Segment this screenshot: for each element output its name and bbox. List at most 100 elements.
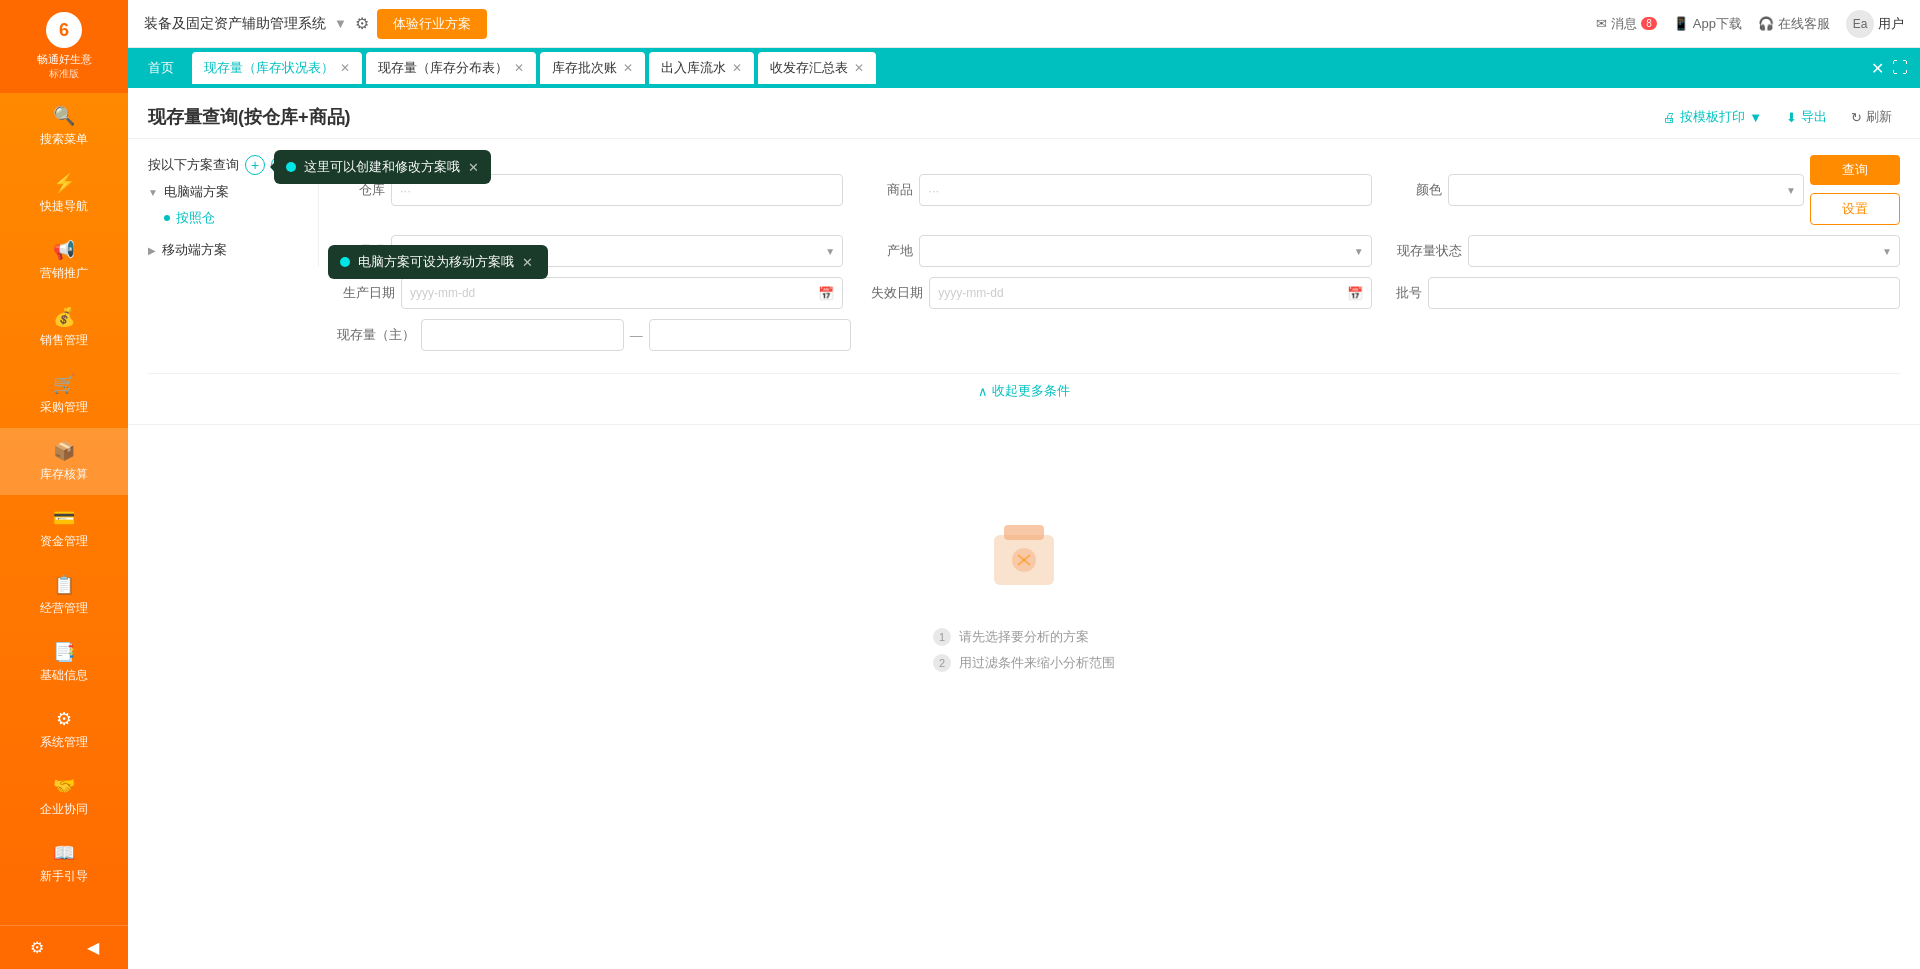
expiry-date-input[interactable]: yyyy-mm-dd 📅	[929, 277, 1371, 309]
sidebar-item-search-menu[interactable]: 🔍 搜索菜单	[0, 93, 128, 160]
tab-batch-account[interactable]: 库存批次账 ✕	[540, 52, 645, 84]
sidebar: 6 畅通好生意 标准版 🔍 搜索菜单 ⚡ 快捷导航 📢 营销推广 💰 销售管理 …	[0, 0, 128, 969]
sidebar-item-label: 搜索菜单	[40, 131, 88, 148]
message-action[interactable]: ✉ 消息 8	[1596, 15, 1657, 33]
filter-add-btn[interactable]: + 这里可以创建和修改方案哦 ✕	[245, 155, 265, 175]
sidebar-item-label: 基础信息	[40, 667, 88, 684]
filter-batch-no: 批号	[1392, 277, 1900, 309]
reset-btn[interactable]: 设置	[1810, 193, 1900, 225]
size-dropdown-icon: ▼	[825, 246, 835, 257]
empty-svg	[974, 505, 1074, 605]
system-dropdown-icon[interactable]: ▼	[334, 16, 347, 31]
sidebar-item-sales[interactable]: 💰 销售管理	[0, 294, 128, 361]
export-btn[interactable]: ⬇ 导出	[1778, 104, 1835, 130]
filter-stock-status: 现存量状态 ▼	[1392, 235, 1900, 267]
filter-row-3: 生产日期 yyyy-mm-dd 📅 失效日期 yyyy-mm-dd	[335, 277, 1900, 309]
sidebar-item-quick-nav[interactable]: ⚡ 快捷导航	[0, 160, 128, 227]
collapse-arrow-icon: ∧	[978, 384, 988, 399]
sidebar-item-basic-info[interactable]: 📑 基础信息	[0, 629, 128, 696]
tooltip-close-btn[interactable]: ✕	[522, 255, 533, 270]
tab-close-all-icon[interactable]: ✕	[1871, 59, 1884, 78]
tooltip-dot	[286, 162, 296, 172]
tab-label: 出入库流水	[661, 59, 726, 77]
color-label: 颜色	[1392, 181, 1442, 199]
sidebar-item-purchase[interactable]: 🛒 采购管理	[0, 361, 128, 428]
marketing-icon: 📢	[53, 239, 75, 261]
batch-no-input[interactable]	[1428, 277, 1900, 309]
batch-no-label: 批号	[1392, 284, 1422, 302]
scheme-bullet	[164, 215, 170, 221]
sidebar-nav: 🔍 搜索菜单 ⚡ 快捷导航 📢 营销推广 💰 销售管理 🛒 采购管理 📦 库存核…	[0, 93, 128, 925]
step-num-1: 1	[933, 628, 951, 646]
color-select[interactable]	[1448, 174, 1804, 206]
print-btn[interactable]: 🖨 按模板打印 ▼	[1655, 104, 1770, 130]
sidebar-item-finance[interactable]: 💳 资金管理	[0, 495, 128, 562]
tab-close-icon[interactable]: ✕	[340, 61, 350, 75]
search-buttons-color: 查询 设置	[1810, 155, 1900, 225]
sidebar-item-system[interactable]: ⚙ 系统管理	[0, 696, 128, 763]
page-actions: 🖨 按模板打印 ▼ ⬇ 导出 ↻ 刷新	[1655, 104, 1900, 130]
export-icon: ⬇	[1786, 110, 1797, 125]
content-area: 现存量查询(按仓库+商品) 🖨 按模板打印 ▼ ⬇ 导出 ↻ 刷新	[128, 88, 1920, 969]
empty-state: 1 请先选择要分析的方案 2 用过滤条件来缩小分析范围	[128, 425, 1920, 760]
settings-bottom-btn[interactable]: ⚙	[30, 938, 44, 957]
filter-production-date: 生产日期 yyyy-mm-dd 📅	[335, 277, 843, 309]
desktop-scheme-header[interactable]: ▼ 电脑端方案	[148, 183, 306, 201]
settings-gear-icon[interactable]: ⚙	[355, 14, 369, 33]
origin-dropdown-icon: ▼	[1354, 246, 1364, 257]
page-title: 现存量查询(按仓库+商品)	[148, 105, 351, 129]
sidebar-item-guide[interactable]: 📖 新手引导	[0, 830, 128, 897]
step-num-2: 2	[933, 654, 951, 672]
sidebar-item-label: 库存核算	[40, 466, 88, 483]
filter-row-1: 仓库 ··· 商品 ···	[335, 155, 1900, 225]
scheme-by-warehouse[interactable]: 按照仓	[164, 209, 306, 227]
origin-select[interactable]	[919, 235, 1371, 267]
sidebar-item-inventory[interactable]: 📦 库存核算	[0, 428, 128, 495]
production-date-label: 生产日期	[335, 284, 395, 302]
goods-label: 商品	[863, 181, 913, 199]
sidebar-item-operations[interactable]: 📋 经营管理	[0, 562, 128, 629]
refresh-btn[interactable]: ↻ 刷新	[1843, 104, 1900, 130]
goods-input[interactable]: ···	[919, 174, 1371, 206]
mobile-scheme-header[interactable]: ▶ 移动端方案	[148, 241, 306, 259]
sidebar-item-enterprise[interactable]: 🤝 企业协同	[0, 763, 128, 830]
tab-home[interactable]: 首页	[132, 48, 190, 88]
search-menu-icon: 🔍	[53, 105, 75, 127]
stock-status-select[interactable]	[1468, 235, 1900, 267]
tab-summary[interactable]: 收发存汇总表 ✕	[758, 52, 876, 84]
dropdown-icon: ▼	[1749, 110, 1762, 125]
sidebar-item-label: 营销推广	[40, 265, 88, 282]
collapse-btn[interactable]: ∧ 收起更多条件	[148, 373, 1900, 408]
sidebar-item-marketing[interactable]: 📢 营销推广	[0, 227, 128, 294]
message-badge: 8	[1641, 17, 1657, 30]
top-header: 装备及固定资产辅助管理系统 ▼ ⚙ 体验行业方案 ✉ 消息 8 📱 App下载 …	[128, 0, 1920, 48]
step-text-2: 用过滤条件来缩小分析范围	[959, 654, 1115, 672]
tab-close-icon[interactable]: ✕	[854, 61, 864, 75]
production-date-placeholder: yyyy-mm-dd	[410, 286, 475, 300]
stock-main-to-input[interactable]	[649, 319, 852, 351]
tab-in-out-flow[interactable]: 出入库流水 ✕	[649, 52, 754, 84]
tab-inventory-status[interactable]: 现存量（库存状况表） ✕	[192, 52, 362, 84]
app-download-action[interactable]: 📱 App下载	[1673, 15, 1742, 33]
collapse-sidebar-btn[interactable]: ◀	[87, 938, 99, 957]
tab-close-icon[interactable]: ✕	[514, 61, 524, 75]
tab-close-icon[interactable]: ✕	[623, 61, 633, 75]
industry-btn[interactable]: 体验行业方案	[377, 9, 487, 39]
search-btn[interactable]: 查询	[1810, 155, 1900, 185]
filter-origin: 产地 ▼	[863, 235, 1371, 267]
stock-main-from-input[interactable]	[421, 319, 624, 351]
tooltip-close-btn[interactable]: ✕	[468, 160, 479, 175]
step-text-1: 请先选择要分析的方案	[959, 628, 1089, 646]
filter-row-4: 现存量（主） —	[335, 319, 851, 351]
empty-step-1: 1 请先选择要分析的方案	[933, 628, 1115, 646]
tab-label: 库存批次账	[552, 59, 617, 77]
tab-fullscreen-icon[interactable]: ⛶	[1892, 59, 1908, 78]
online-support-action[interactable]: 🎧 在线客服	[1758, 15, 1830, 33]
tab-inventory-dist[interactable]: 现存量（库存分布表） ✕	[366, 52, 536, 84]
expiry-date-label: 失效日期	[863, 284, 923, 302]
tab-close-icon[interactable]: ✕	[732, 61, 742, 75]
desktop-scheme-label: 电脑端方案	[164, 183, 229, 201]
user-action[interactable]: Ea 用户	[1846, 10, 1904, 38]
production-date-input[interactable]: yyyy-mm-dd 📅	[401, 277, 843, 309]
expiry-date-placeholder: yyyy-mm-dd	[938, 286, 1003, 300]
